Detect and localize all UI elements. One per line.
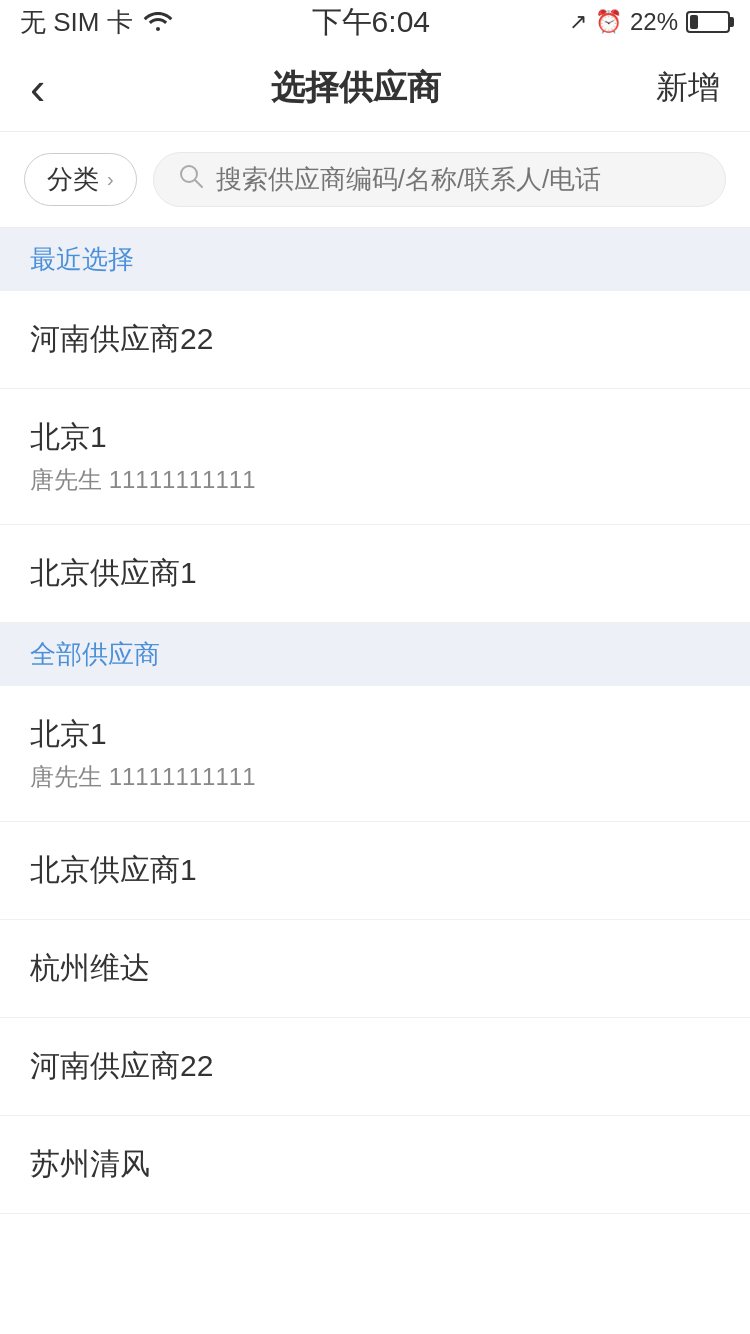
- battery-icon: [686, 11, 730, 33]
- list-item[interactable]: 杭州维达: [0, 920, 750, 1018]
- carrier-text: 无 SIM 卡: [20, 5, 133, 40]
- item-name: 河南供应商22: [30, 319, 720, 360]
- list-item[interactable]: 北京1 唐先生 11111111111: [0, 389, 750, 525]
- status-time: 下午6:04: [312, 2, 430, 43]
- filter-bar: 分类 ›: [0, 132, 750, 228]
- page-title: 选择供应商: [271, 65, 441, 111]
- search-input[interactable]: [216, 164, 701, 195]
- all-items-list: 北京1 唐先生 11111111111 北京供应商1 杭州维达河南供应商22 苏州清风: [0, 686, 750, 1214]
- chevron-right-icon: ›: [107, 168, 114, 191]
- recent-section-label: 最近选择: [30, 244, 134, 274]
- search-icon: [178, 163, 204, 196]
- category-button[interactable]: 分类 ›: [24, 153, 137, 206]
- alarm-icon: ⏰: [595, 9, 622, 35]
- list-item[interactable]: 北京1 唐先生 11111111111: [0, 686, 750, 822]
- list-item[interactable]: 北京供应商1: [0, 525, 750, 623]
- location-icon: ↗: [569, 9, 587, 35]
- svg-line-1: [195, 180, 202, 187]
- nav-bar: ‹ 选择供应商 新增: [0, 44, 750, 132]
- all-section-header: 全部供应商: [0, 623, 750, 686]
- item-name: 北京1: [30, 417, 720, 458]
- status-bar: 无 SIM 卡 下午6:04 ↗ ⏰ 22%: [0, 0, 750, 44]
- status-left: 无 SIM 卡: [20, 5, 173, 40]
- recent-section-header: 最近选择: [0, 228, 750, 291]
- list-item[interactable]: 河南供应商22: [0, 1018, 750, 1116]
- list-item[interactable]: 北京供应商1: [0, 822, 750, 920]
- all-section-label: 全部供应商: [30, 639, 160, 669]
- status-right: ↗ ⏰ 22%: [569, 8, 730, 36]
- list-item[interactable]: 河南供应商22: [0, 291, 750, 389]
- recent-items-list: 河南供应商22 北京1 唐先生 11111111111 北京供应商1: [0, 291, 750, 623]
- back-button[interactable]: ‹: [20, 51, 55, 125]
- item-name: 苏州清风: [30, 1144, 720, 1185]
- battery-percent: 22%: [630, 8, 678, 36]
- category-label: 分类: [47, 162, 99, 197]
- item-name: 北京供应商1: [30, 850, 720, 891]
- item-detail: 唐先生 11111111111: [30, 761, 720, 793]
- item-name: 杭州维达: [30, 948, 720, 989]
- wifi-icon: [143, 7, 173, 38]
- item-name: 河南供应商22: [30, 1046, 720, 1087]
- item-detail: 唐先生 11111111111: [30, 464, 720, 496]
- item-name: 北京供应商1: [30, 553, 720, 594]
- list-item[interactable]: 苏州清风: [0, 1116, 750, 1214]
- item-name: 北京1: [30, 714, 720, 755]
- new-action-button[interactable]: 新增: [656, 66, 720, 110]
- search-box: [153, 152, 726, 207]
